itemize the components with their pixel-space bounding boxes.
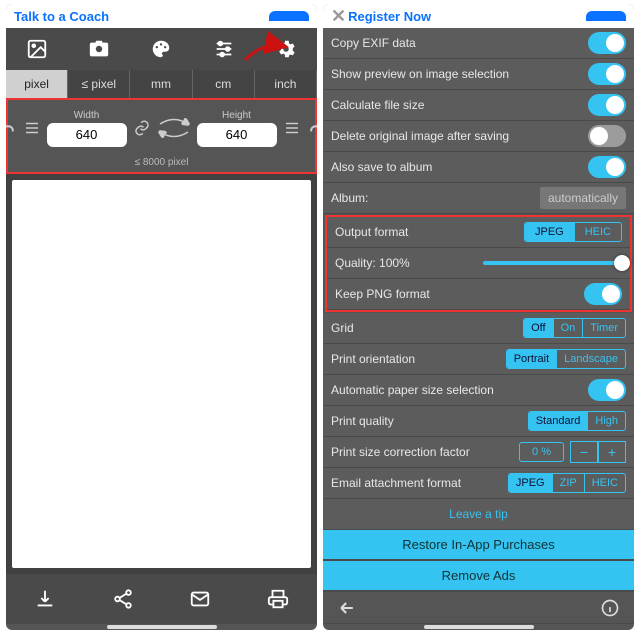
palette-icon[interactable]	[139, 31, 183, 67]
size-corr-stepper[interactable]: − +	[570, 441, 626, 463]
download-icon[interactable]	[20, 579, 70, 619]
swap-icon[interactable]	[157, 118, 191, 138]
back-icon[interactable]	[337, 598, 357, 618]
info-icon[interactable]	[600, 598, 620, 618]
grid-segment[interactable]: Off On Timer	[523, 318, 626, 338]
menu-icon-right[interactable]	[283, 117, 301, 139]
setting-output-format[interactable]: Output format JPEG HEIC	[327, 217, 630, 248]
unit-inch[interactable]: inch	[255, 70, 317, 98]
setting-auto-paper[interactable]: Automatic paper size selection	[323, 375, 634, 406]
setting-show-preview[interactable]: Show preview on image selection	[323, 59, 634, 90]
unit-mm[interactable]: mm	[130, 70, 192, 98]
toggle-auto-paper[interactable]	[588, 379, 626, 401]
home-indicator	[6, 624, 317, 630]
print-icon[interactable]	[253, 579, 303, 619]
seg-email-jpeg[interactable]: JPEG	[509, 474, 553, 492]
format-segment[interactable]: JPEG HEIC	[524, 222, 622, 242]
seg-email-heic[interactable]: HEIC	[585, 474, 625, 492]
unit-tabs: pixel ≤ pixel mm cm inch	[6, 70, 317, 98]
bottom-toolbar	[6, 574, 317, 624]
unit-cm[interactable]: cm	[193, 70, 255, 98]
setting-size-correction[interactable]: Print size correction factor 0 % − +	[323, 437, 634, 468]
top-ad-banner[interactable]: Talk to a Coach	[6, 4, 317, 28]
sliders-icon[interactable]	[202, 31, 246, 67]
setting-copy-exif[interactable]: Copy EXIF data	[323, 28, 634, 59]
setting-calc-filesize[interactable]: Calculate file size	[323, 90, 634, 121]
quality-slider[interactable]	[483, 261, 623, 265]
setting-keep-png[interactable]: Keep PNG format	[327, 279, 630, 310]
menu-icon[interactable]	[23, 117, 41, 139]
setting-grid[interactable]: Grid Off On Timer	[323, 313, 634, 344]
home-indicator	[323, 624, 634, 630]
settings-list[interactable]: Copy EXIF data Show preview on image sel…	[323, 28, 634, 624]
leave-tip-link[interactable]: Leave a tip	[323, 499, 634, 530]
orient-segment[interactable]: Portrait Landscape	[506, 349, 626, 369]
pq-segment[interactable]: Standard High	[528, 411, 626, 431]
toggle-keep-png[interactable]	[584, 283, 622, 305]
email-segment[interactable]: JPEG ZIP HEIC	[508, 473, 626, 493]
setting-quality[interactable]: Quality: 100%	[327, 248, 630, 279]
ad-cta-pill[interactable]	[269, 11, 309, 21]
annotation-box-output: Output format JPEG HEIC Quality: 100% Ke…	[325, 215, 632, 312]
size-corr-value[interactable]: 0 %	[519, 442, 564, 462]
setting-save-album[interactable]: Also save to album	[323, 152, 634, 183]
seg-high[interactable]: High	[588, 412, 625, 430]
image-canvas[interactable]	[12, 180, 311, 568]
top-toolbar	[6, 28, 317, 70]
canvas-area	[6, 174, 317, 574]
seg-heic[interactable]: HEIC	[575, 223, 621, 241]
toggle-show-preview[interactable]	[588, 63, 626, 85]
ad-text: Register Now	[348, 9, 586, 24]
setting-delete-original[interactable]: Delete original image after saving	[323, 121, 634, 152]
undo-icon[interactable]	[6, 117, 17, 139]
toggle-delete-original[interactable]	[588, 125, 626, 147]
ad-cta-pill[interactable]	[586, 11, 626, 21]
seg-jpeg[interactable]: JPEG	[525, 223, 575, 241]
close-ad-icon[interactable]: ✕	[331, 6, 346, 27]
restore-purchases-button[interactable]: Restore In-App Purchases	[323, 530, 634, 561]
stepper-plus[interactable]: +	[598, 441, 626, 463]
album-select[interactable]: automatically	[540, 187, 626, 209]
toggle-calc-filesize[interactable]	[588, 94, 626, 116]
seg-grid-on[interactable]: On	[554, 319, 584, 337]
setting-album[interactable]: Album: automatically	[323, 183, 634, 214]
link-icon[interactable]	[133, 117, 151, 139]
unit-pixel[interactable]: pixel	[6, 70, 68, 98]
width-input[interactable]	[47, 123, 127, 147]
gear-icon[interactable]	[264, 31, 308, 67]
setting-email-format[interactable]: Email attachment format JPEG ZIP HEIC	[323, 468, 634, 499]
seg-standard[interactable]: Standard	[529, 412, 589, 430]
height-label: Height	[222, 110, 251, 121]
annotation-box-dimensions: Width Height	[6, 98, 317, 174]
setting-print-orientation[interactable]: Print orientation Portrait Landscape	[323, 344, 634, 375]
share-icon[interactable]	[98, 579, 148, 619]
dimension-row: Width Height	[9, 101, 314, 155]
setting-print-quality[interactable]: Print quality Standard High	[323, 406, 634, 437]
redo-icon[interactable]	[307, 117, 318, 139]
height-input[interactable]	[197, 123, 277, 147]
stepper-minus[interactable]: −	[570, 441, 598, 463]
settings-nav	[323, 592, 634, 624]
left-screenshot: Talk to a Coach pixel ≤	[6, 4, 317, 630]
gallery-icon[interactable]	[15, 31, 59, 67]
max-pixel-text: ≤ 8000 pixel	[9, 155, 314, 172]
right-screenshot: ✕ Register Now Copy EXIF data Show previ…	[323, 4, 634, 630]
width-label: Width	[74, 110, 100, 121]
mail-icon[interactable]	[175, 579, 225, 619]
toggle-save-album[interactable]	[588, 156, 626, 178]
top-ad-banner-right[interactable]: ✕ Register Now	[323, 4, 634, 28]
ad-text: Talk to a Coach	[14, 9, 109, 24]
remove-ads-button[interactable]: Remove Ads	[323, 561, 634, 592]
seg-portrait[interactable]: Portrait	[507, 350, 557, 368]
seg-grid-timer[interactable]: Timer	[583, 319, 625, 337]
seg-grid-off[interactable]: Off	[524, 319, 553, 337]
camera-icon[interactable]	[77, 31, 121, 67]
unit-leq-pixel[interactable]: ≤ pixel	[68, 70, 130, 98]
toggle-copy-exif[interactable]	[588, 32, 626, 54]
seg-email-zip[interactable]: ZIP	[553, 474, 585, 492]
seg-landscape[interactable]: Landscape	[557, 350, 625, 368]
